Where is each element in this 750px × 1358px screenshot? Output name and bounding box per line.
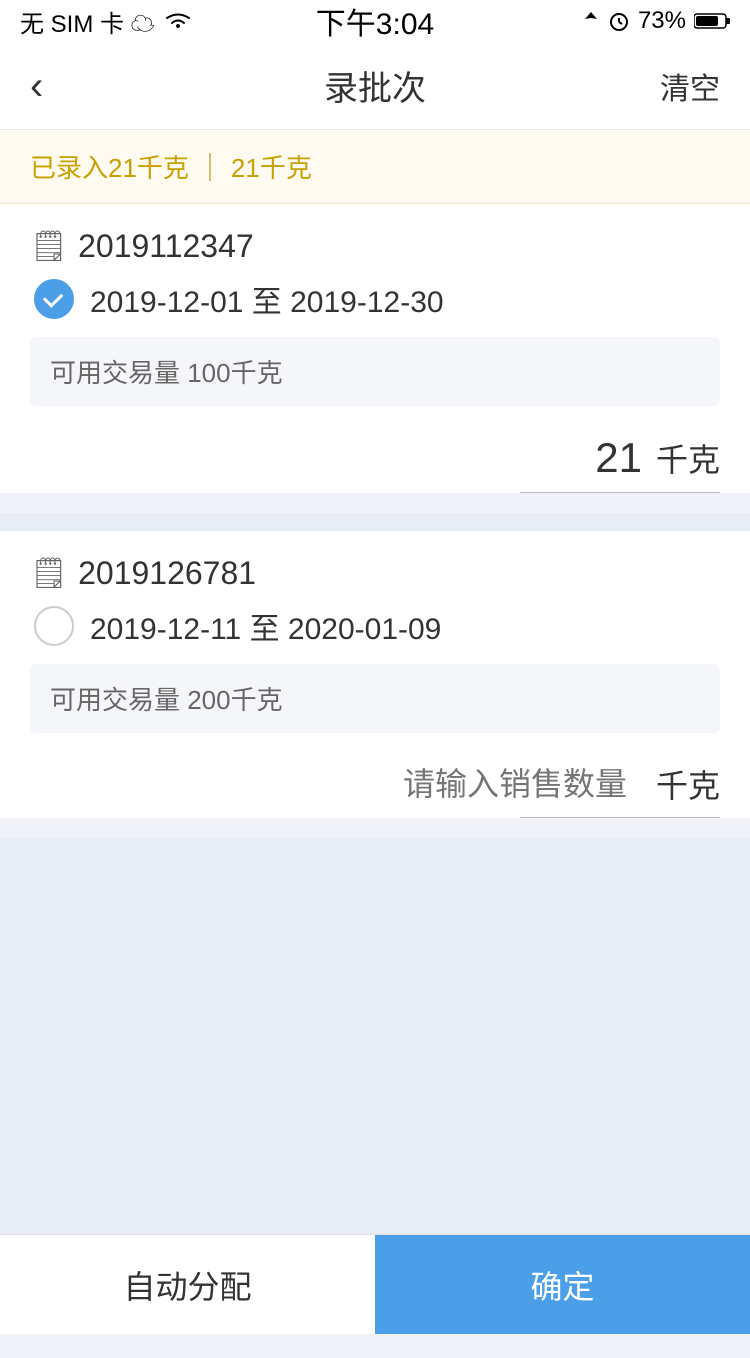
doc-icon-1: 🗒 xyxy=(30,229,68,264)
radio-1[interactable] xyxy=(34,279,74,319)
section-divider xyxy=(0,513,750,531)
alarm-icon xyxy=(608,10,630,32)
batch-date-row-2[interactable]: 2019-12-11 至 2020-01-09 xyxy=(30,604,720,648)
clear-button[interactable]: 清空 xyxy=(660,64,720,108)
page-title: 录批次 xyxy=(324,61,426,110)
batch-id-2: 2019126781 xyxy=(78,555,256,592)
wifi-icon xyxy=(163,10,193,32)
bottom-bar: 自动分配 确定 xyxy=(0,1234,750,1334)
sale-unit-2: 千克 xyxy=(656,761,720,807)
status-right: 73% xyxy=(582,7,730,35)
amount-unit-1: 千克 xyxy=(656,435,720,481)
batch-card-2: 🗒 2019126781 2019-12-11 至 2020-01-09 可用交… xyxy=(0,531,750,733)
info-divider xyxy=(209,153,211,181)
back-button[interactable]: ‹ xyxy=(30,66,43,106)
sim-label: 无 SIM 卡 ☁ xyxy=(20,4,155,39)
batch-card-1: 🗒 2019112347 2019-12-01 至 2019-12-30 可用交… xyxy=(0,204,750,406)
batch-id-1: 2019112347 xyxy=(78,228,254,265)
auto-distribute-button[interactable]: 自动分配 xyxy=(0,1235,375,1334)
batch-availability-2: 可用交易量 200千克 xyxy=(30,664,720,733)
batch-availability-1: 可用交易量 100千克 xyxy=(30,337,720,406)
amount-underline-1 xyxy=(520,492,720,493)
input-underline-2 xyxy=(520,817,720,818)
amount-area-1: 21 千克 xyxy=(0,406,750,493)
input-area-2: 千克 xyxy=(0,733,750,818)
empty-area xyxy=(0,838,750,1258)
batch-header-1: 🗒 2019112347 xyxy=(30,228,720,265)
battery-icon xyxy=(694,12,730,30)
nav-bar: ‹ 录批次 清空 xyxy=(0,42,750,130)
amount-value-1: 21 xyxy=(595,434,642,482)
doc-icon-2: 🗒 xyxy=(30,556,68,591)
confirm-button[interactable]: 确定 xyxy=(375,1235,750,1334)
status-time: 下午3:04 xyxy=(316,0,434,43)
status-bar: 无 SIM 卡 ☁ 下午3:04 73% xyxy=(0,0,750,42)
info-banner: 已录入21千克 21千克 xyxy=(0,130,750,204)
batch-header-2: 🗒 2019126781 xyxy=(30,555,720,592)
batch-date-2: 2019-12-11 至 2020-01-09 xyxy=(90,604,441,648)
info-value: 21千克 xyxy=(231,148,312,185)
info-label: 已录入21千克 xyxy=(30,148,189,185)
sale-quantity-input[interactable] xyxy=(30,766,642,803)
location-icon xyxy=(582,10,600,32)
battery-text: 73% xyxy=(638,7,686,35)
batch-date-row-1[interactable]: 2019-12-01 至 2019-12-30 xyxy=(30,277,720,321)
batch-date-1: 2019-12-01 至 2019-12-30 xyxy=(90,277,444,321)
radio-2[interactable] xyxy=(34,606,74,646)
status-left: 无 SIM 卡 ☁ xyxy=(20,4,193,39)
